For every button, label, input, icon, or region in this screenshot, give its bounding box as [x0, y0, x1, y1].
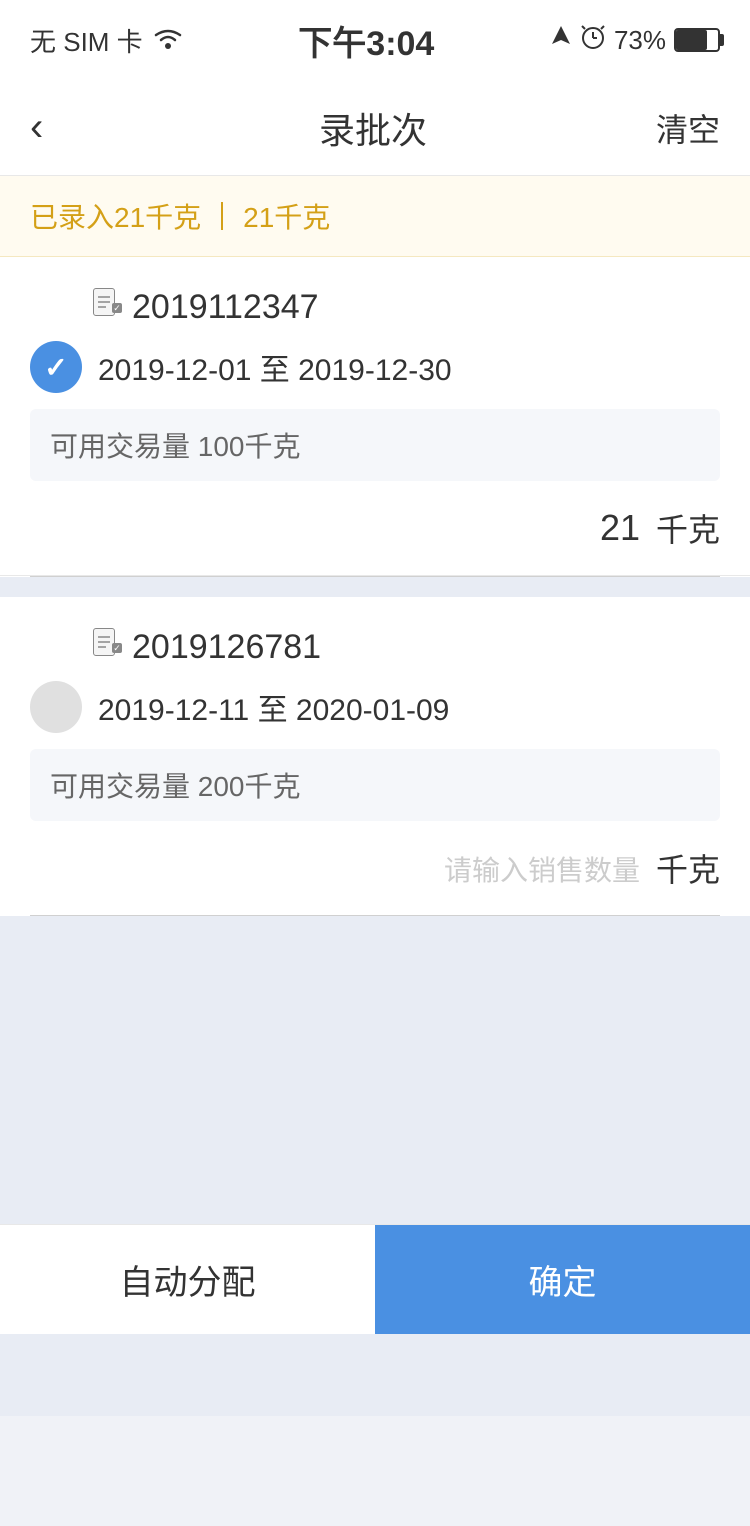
batch-item-2: ✓ 2019126781 2019-12-11 至 2020-01-09 可用交…	[0, 597, 750, 821]
info-amount: 21千克	[243, 196, 330, 236]
svg-text:✓: ✓	[113, 643, 121, 653]
batch-checkbox-2[interactable]	[30, 681, 82, 733]
batch-avail-text-1: 可用交易量 100千克	[50, 431, 301, 462]
battery-icon	[674, 28, 720, 52]
checkmark-icon-1: ✓	[44, 351, 67, 384]
batch-card-1: ✓ 2019112347 ✓ 2019-12-01 至 2019-12-30 可…	[0, 257, 750, 577]
quantity-unit-1: 千克	[656, 505, 720, 551]
batch-doc-icon-2: ✓	[90, 627, 122, 667]
batch-date-text-1: 2019-12-01 至 2019-12-30	[98, 345, 452, 389]
location-icon	[550, 24, 572, 57]
carrier-text: 无 SIM 卡	[30, 22, 143, 59]
batch-date-row-1[interactable]: ✓ 2019-12-01 至 2019-12-30	[30, 341, 720, 393]
auto-distribute-button[interactable]: 自动分配	[0, 1225, 375, 1334]
batch-card-2: ✓ 2019126781 2019-12-11 至 2020-01-09 可用交…	[0, 597, 750, 916]
batch-checkbox-1[interactable]: ✓	[30, 341, 82, 393]
confirm-button[interactable]: 确定	[375, 1225, 750, 1334]
batch-date-text-2: 2019-12-11 至 2020-01-09	[98, 685, 449, 729]
status-time: 下午3:04	[298, 16, 434, 65]
page-title: 录批次	[319, 102, 427, 154]
info-bar: 已录入21千克 21千克	[0, 176, 750, 257]
quantity-placeholder-row: 千克	[0, 821, 750, 915]
bottom-bar: 自动分配 确定	[0, 1224, 750, 1334]
quantity-input-1[interactable]	[520, 507, 640, 549]
status-right: 73%	[550, 24, 720, 57]
info-divider	[221, 202, 223, 230]
status-bar: 无 SIM 卡 下午3:04 73%	[0, 0, 750, 80]
batch-avail-row-2: 可用交易量 200千克	[30, 749, 720, 821]
alarm-icon	[580, 24, 606, 57]
batch-avail-row-1: 可用交易量 100千克	[30, 409, 720, 481]
batch-doc-icon-1: ✓	[90, 287, 122, 327]
batch-item-1: ✓ 2019112347 ✓ 2019-12-01 至 2019-12-30 可…	[0, 257, 750, 481]
status-left: 无 SIM 卡	[30, 22, 183, 59]
quantity-unit-2: 千克	[656, 845, 720, 891]
battery-text: 73%	[614, 25, 666, 56]
batch-id-row-2: ✓ 2019126781	[30, 627, 720, 667]
back-button[interactable]: ‹	[30, 105, 90, 150]
svg-text:✓: ✓	[113, 303, 121, 313]
batch-id-text-1: 2019112347	[132, 288, 319, 327]
batch-avail-text-2: 可用交易量 200千克	[50, 771, 301, 802]
section-divider	[0, 577, 750, 597]
quantity-row-1: 千克	[0, 481, 750, 576]
wifi-icon	[153, 25, 183, 56]
clear-button[interactable]: 清空	[656, 105, 720, 151]
batch-date-row-2[interactable]: 2019-12-11 至 2020-01-09	[30, 681, 720, 733]
batch-id-text-2: 2019126781	[132, 628, 321, 667]
recorded-label: 已录入21千克	[30, 196, 201, 236]
empty-area	[0, 916, 750, 1416]
quantity-input-2[interactable]	[360, 847, 640, 889]
batch-id-row-1: ✓ 2019112347	[30, 287, 720, 327]
nav-bar: ‹ 录批次 清空	[0, 80, 750, 176]
